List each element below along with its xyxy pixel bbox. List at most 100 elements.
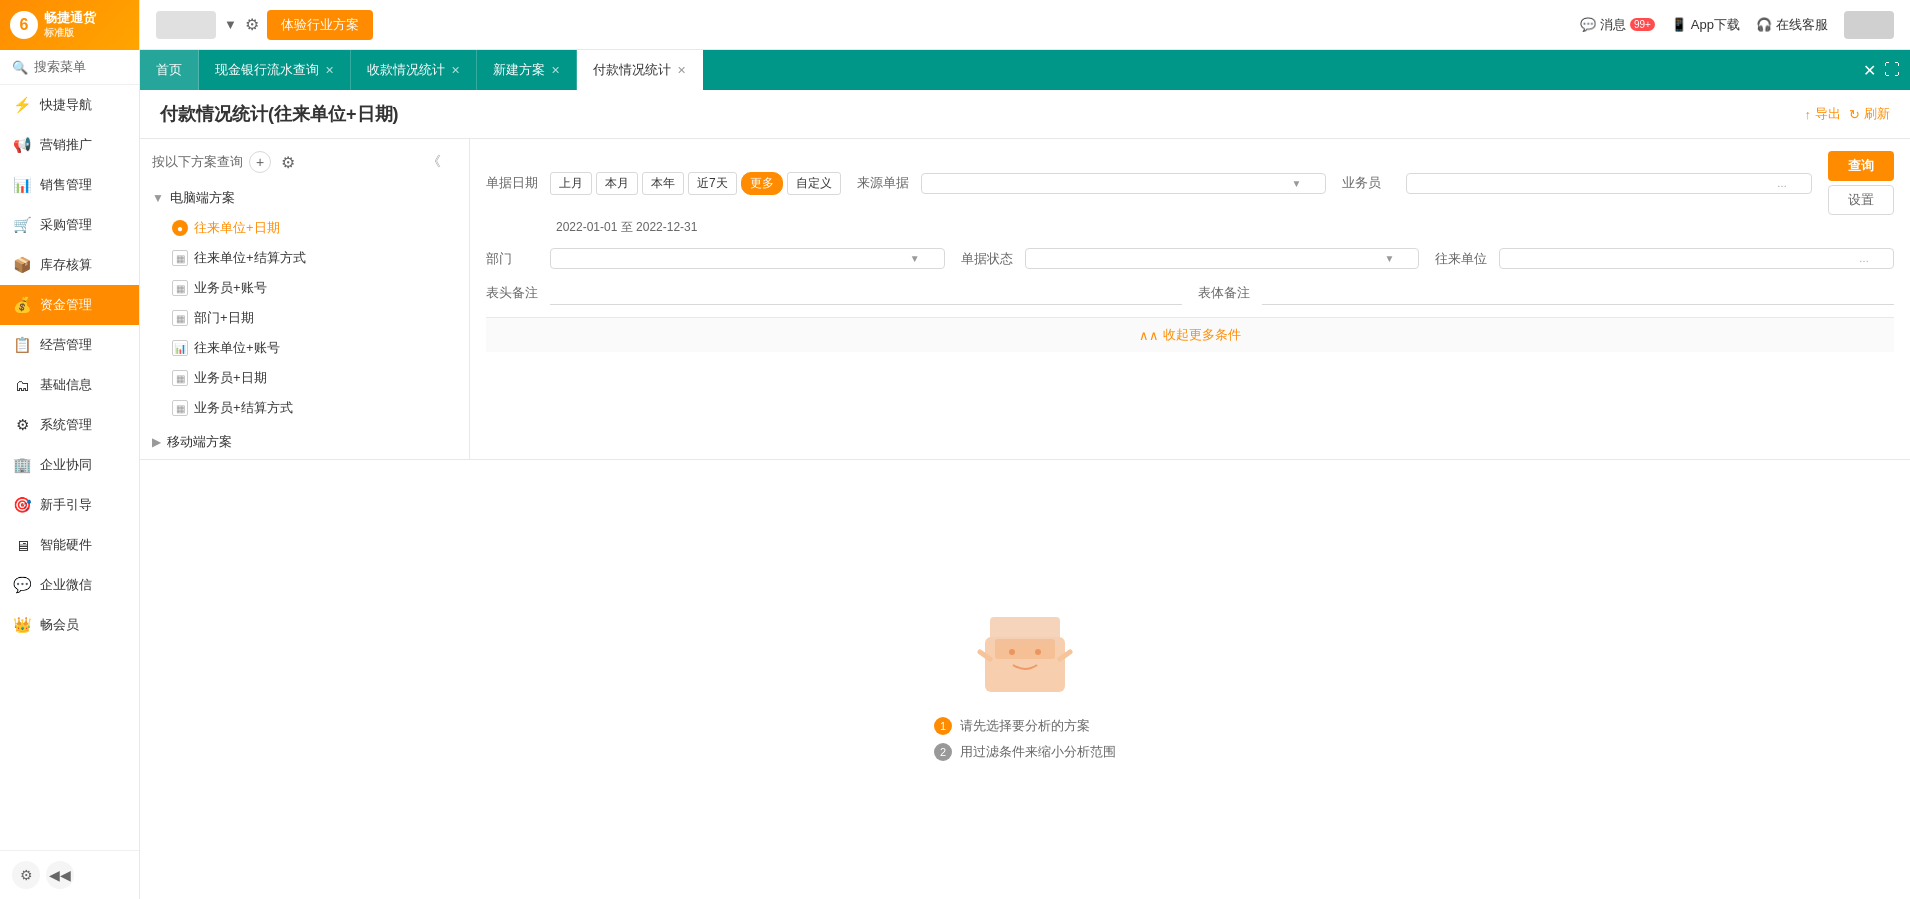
tip-num-1: 1 [934, 717, 952, 735]
sidebar-item-label: 资金管理 [40, 296, 92, 314]
scheme-group-header-mobile[interactable]: ▶ 移动端方案 [152, 427, 441, 457]
sidebar-item-sales[interactable]: 📊 销售管理 [0, 165, 139, 205]
tab-new-scheme[interactable]: 新建方案 ✕ [477, 50, 577, 90]
sidebar-item-guide[interactable]: 🎯 新手引导 [0, 485, 139, 525]
dept-select[interactable]: ▼ [550, 248, 945, 269]
tab-receipts[interactable]: 收款情况统计 ✕ [351, 50, 477, 90]
sidebar-item-label: 营销推广 [40, 136, 92, 154]
filter-row-1: 单据日期 上月 本月 本年 近7天 更多 自定义 来源单据 [486, 151, 1894, 215]
sidebar-item-wechat[interactable]: 💬 企业微信 [0, 565, 139, 605]
sidebar-item-operation[interactable]: 📋 经营管理 [0, 325, 139, 365]
download-icon: 📱 [1671, 17, 1687, 32]
tab-cash-flow-close[interactable]: ✕ [325, 64, 334, 77]
svg-rect-2 [995, 639, 1055, 659]
trial-btn[interactable]: 体验行业方案 [267, 10, 373, 40]
tab-new-scheme-close[interactable]: ✕ [551, 64, 560, 77]
sidebar-item-finance[interactable]: 💰 资金管理 [0, 285, 139, 325]
app-download-btn[interactable]: 📱 App下载 [1671, 16, 1740, 34]
source-select[interactable]: ▼ [921, 173, 1327, 194]
topbar-settings-btn[interactable]: ⚙ [245, 15, 259, 34]
message-badge: 99+ [1630, 18, 1655, 31]
tab-payments-close[interactable]: ✕ [677, 64, 686, 77]
tab-receipts-close[interactable]: ✕ [451, 64, 460, 77]
scheme-item-salesperson-settle[interactable]: ▦ 业务员+结算方式 [152, 393, 441, 423]
collapse-scheme-btn[interactable]: 《 [427, 153, 441, 171]
export-icon: ↑ [1805, 107, 1812, 122]
chevron-right-icon: ▶ [152, 435, 161, 449]
messages-label: 消息 [1600, 16, 1626, 34]
add-scheme-btn[interactable]: + [249, 151, 271, 173]
sidebar-item-label: 库存核算 [40, 256, 92, 274]
body-note-label: 表体备注 [1198, 284, 1254, 302]
company-icon: 🏢 [12, 455, 32, 475]
wechat-icon: 💬 [12, 575, 32, 595]
scheme-item-label: 往来单位+账号 [194, 339, 280, 357]
collapse-label: 收起更多条件 [1163, 326, 1241, 344]
sidebar-item-inventory[interactable]: 📦 库存核算 [0, 245, 139, 285]
date-btn-7days[interactable]: 近7天 [688, 172, 737, 195]
tab-close-all-btn[interactable]: ✕ [1863, 61, 1876, 80]
export-btn[interactable]: ↑ 导出 [1805, 105, 1842, 123]
settings-footer-btn[interactable]: ⚙ [12, 861, 40, 889]
scheme-item-unit-settle[interactable]: ▦ 往来单位+结算方式 [152, 243, 441, 273]
scheme-group-header-desktop[interactable]: ▼ 电脑端方案 [152, 183, 441, 213]
search-menu[interactable]: 🔍 搜索菜单 [0, 50, 139, 85]
collapse-sidebar-btn[interactable]: ◀◀ [46, 861, 74, 889]
finance-icon: 💰 [12, 295, 32, 315]
tab-payments[interactable]: 付款情况统计 ✕ [577, 50, 703, 90]
collapse-more-btn[interactable]: ∧∧ 收起更多条件 [486, 317, 1894, 352]
related-unit-select[interactable]: … [1499, 248, 1894, 269]
date-btn-last-month[interactable]: 上月 [550, 172, 592, 195]
dept-arrow: ▼ [910, 253, 920, 264]
quick-nav-icon: ⚡ [12, 95, 32, 115]
sidebar-item-hardware[interactable]: 🖥 智能硬件 [0, 525, 139, 565]
topbar-dropdown-btn[interactable]: ▼ [224, 17, 237, 32]
date-btn-this-year[interactable]: 本年 [642, 172, 684, 195]
refresh-icon: ↻ [1849, 107, 1860, 122]
sidebar-item-member[interactable]: 👑 畅会员 [0, 605, 139, 645]
scheme-item-unit-date[interactable]: ● 往来单位+日期 [152, 213, 441, 243]
query-btn[interactable]: 查询 [1828, 151, 1894, 181]
table-note-input[interactable] [550, 281, 1182, 305]
refresh-btn[interactable]: ↻ 刷新 [1849, 105, 1890, 123]
date-btn-this-month[interactable]: 本月 [596, 172, 638, 195]
online-service-btn[interactable]: 🎧 在线客服 [1756, 16, 1828, 34]
tab-home-label: 首页 [156, 61, 182, 79]
scheme-item-unit-account[interactable]: 📊 往来单位+账号 [152, 333, 441, 363]
sidebar-item-basic[interactable]: 🗂 基础信息 [0, 365, 139, 405]
filter-row-3: 表头备注 表体备注 [486, 281, 1894, 305]
settings-small-btn[interactable]: 设置 [1828, 185, 1894, 215]
date-range-display: 2022-01-01 至 2022-12-31 [556, 220, 697, 234]
messages-btn[interactable]: 💬 消息 99+ [1580, 16, 1655, 34]
body-note-input[interactable] [1262, 281, 1894, 305]
sidebar-item-company[interactable]: 🏢 企业协同 [0, 445, 139, 485]
tab-home[interactable]: 首页 [140, 50, 199, 90]
page-title: 付款情况统计(往来单位+日期) [160, 102, 399, 126]
date-label: 单据日期 [486, 174, 542, 192]
sidebar-item-quick-nav[interactable]: ⚡ 快捷导航 [0, 85, 139, 125]
operation-icon: 📋 [12, 335, 32, 355]
scheme-item-label: 业务员+结算方式 [194, 399, 293, 417]
marketing-icon: 📢 [12, 135, 32, 155]
scheme-item-label: 往来单位+结算方式 [194, 249, 306, 267]
sidebar-item-marketing[interactable]: 📢 营销推广 [0, 125, 139, 165]
source-select-arrow: ▼ [1291, 178, 1301, 189]
scheme-settings-btn[interactable]: ⚙ [277, 151, 299, 173]
tab-expand-btn[interactable]: ⛶ [1884, 61, 1900, 79]
scheme-item-salesperson-account[interactable]: ▦ 业务员+账号 [152, 273, 441, 303]
inventory-icon: 📦 [12, 255, 32, 275]
date-btn-more[interactable]: 更多 [741, 172, 783, 195]
member-icon: 👑 [12, 615, 32, 635]
sales-icon: 📊 [12, 175, 32, 195]
tab-cash-flow[interactable]: 现金银行流水查询 ✕ [199, 50, 351, 90]
table-note-label: 表头备注 [486, 284, 542, 302]
scheme-item-dept-date[interactable]: ▦ 部门+日期 [152, 303, 441, 333]
sidebar-footer: ⚙ ◀◀ [0, 850, 139, 899]
salesperson-select[interactable]: … [1406, 173, 1812, 194]
voucher-status-select[interactable]: ▼ [1025, 248, 1420, 269]
scheme-item-salesperson-date[interactable]: ▦ 业务员+日期 [152, 363, 441, 393]
sidebar-item-label: 基础信息 [40, 376, 92, 394]
sidebar-item-purchase[interactable]: 🛒 采购管理 [0, 205, 139, 245]
date-btn-custom[interactable]: 自定义 [787, 172, 841, 195]
sidebar-item-system[interactable]: ⚙ 系统管理 [0, 405, 139, 445]
